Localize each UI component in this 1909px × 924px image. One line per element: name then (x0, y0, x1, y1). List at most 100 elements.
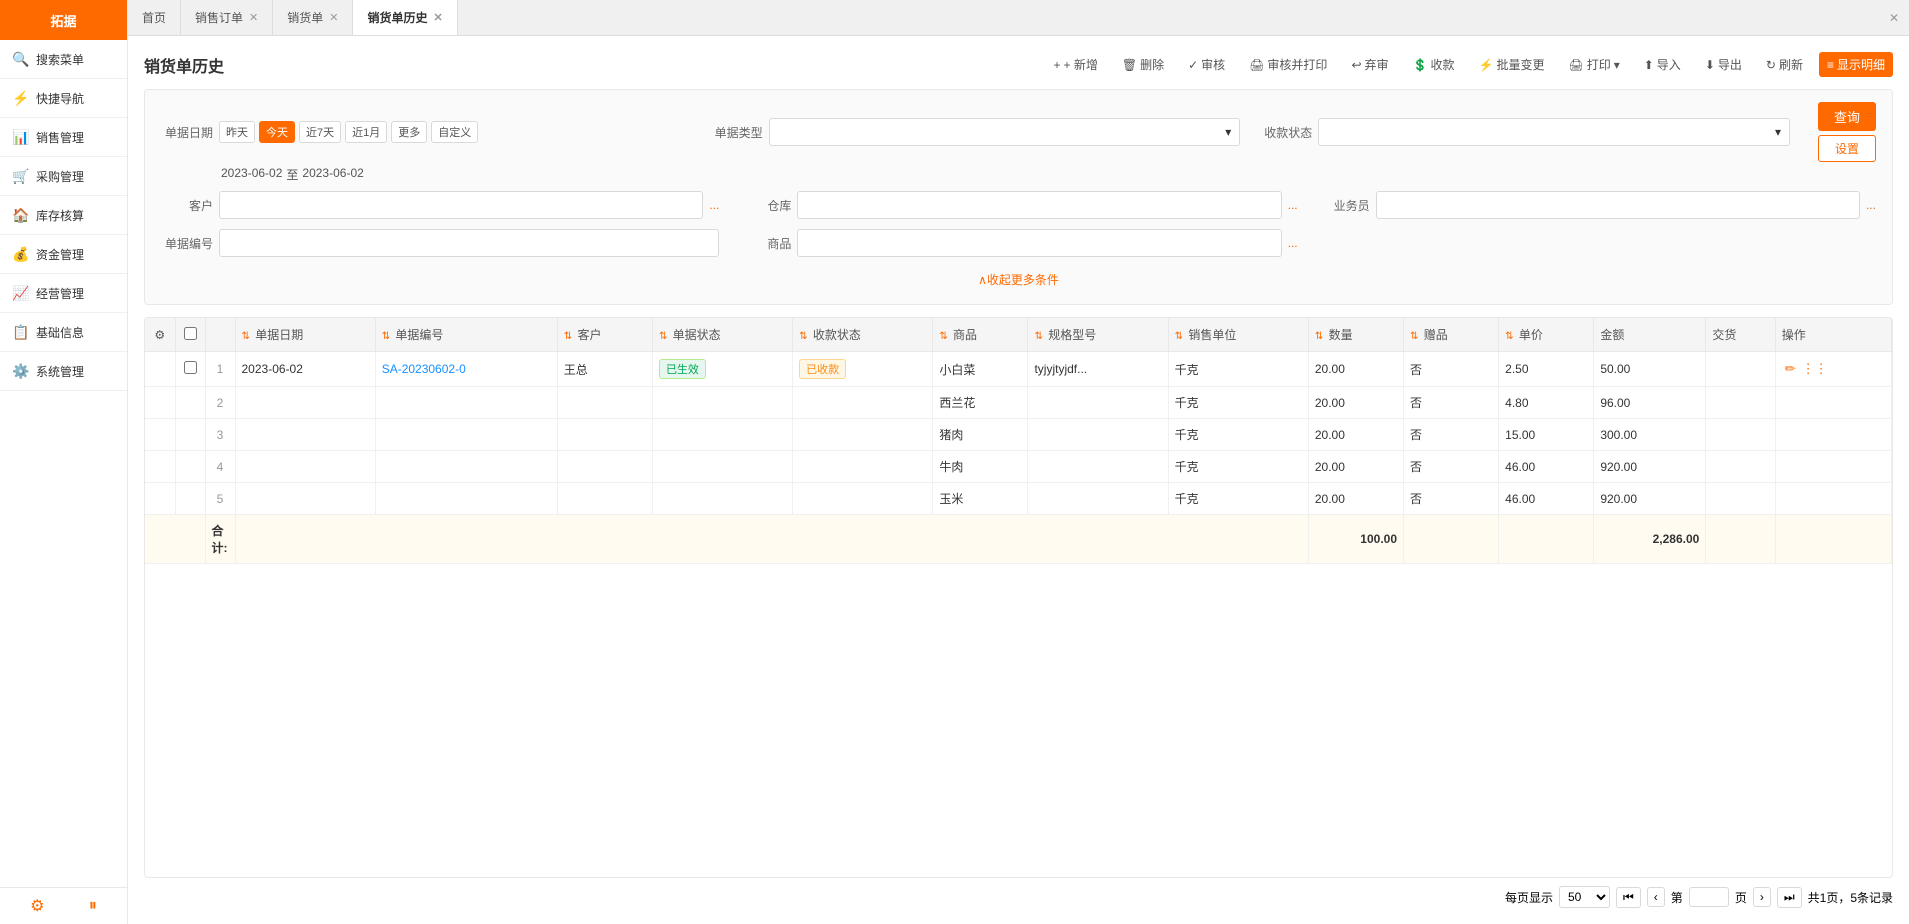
page-label: 页 (1735, 889, 1747, 906)
query-button[interactable]: 查询 (1818, 102, 1876, 131)
salesperson-ellipsis-btn[interactable]: ... (1866, 198, 1876, 212)
col-unit-price[interactable]: ⇅ 单价 (1499, 318, 1594, 352)
customer-ellipsis-btn[interactable]: ... (709, 198, 719, 212)
date-today-btn[interactable]: 今天 (259, 121, 295, 143)
row-unit-price: 46.00 (1499, 451, 1594, 483)
export-button[interactable]: ⬇ 导出 (1697, 52, 1750, 77)
refresh-icon: ↻ (1766, 58, 1776, 72)
sidebar-item-search-menu[interactable]: 🔍 搜索菜单 (0, 40, 127, 79)
sidebar-item-fund-mgmt[interactable]: 💰 资金管理 (0, 235, 127, 274)
sidebar-item-basic-info[interactable]: 📋 基础信息 (0, 313, 127, 352)
tab-sales-history[interactable]: 销货单历史 ✕ (353, 0, 457, 35)
col-sales-unit[interactable]: ⇅ 销售单位 (1168, 318, 1308, 352)
row-doc-no: SA-20230602-0 (375, 352, 557, 387)
col-goods[interactable]: ⇅ 商品 (933, 318, 1028, 352)
date-1month-btn[interactable]: 近1月 (345, 121, 387, 143)
date-yesterday-btn[interactable]: 昨天 (219, 121, 255, 143)
tab-home[interactable]: 首页 (128, 0, 181, 35)
tab-sales-order-label: 销售订单 (195, 9, 243, 26)
action-edit-btn[interactable]: ✏ (1782, 361, 1799, 377)
col-doc-status[interactable]: ⇅ 单据状态 (652, 318, 792, 352)
sidebar-item-ops-mgmt[interactable]: 📈 经营管理 (0, 274, 127, 313)
audit-button[interactable]: ✓ 审核 (1180, 52, 1233, 77)
abandon-button[interactable]: ↩ 弃审 (1343, 52, 1396, 77)
audit-print-icon: 🖨 (1249, 58, 1264, 72)
sidebar-item-quick-nav[interactable]: ⚡ 快捷导航 (0, 79, 127, 118)
doc-no-input[interactable] (219, 229, 719, 257)
last-page-btn[interactable]: ⏭ (1777, 887, 1802, 908)
warehouse-input[interactable] (797, 191, 1281, 219)
col-customer[interactable]: ⇅ 客户 (557, 318, 652, 352)
audit-print-button[interactable]: 🖨 审核并打印 (1241, 52, 1335, 77)
sidebar-item-purchase-mgmt[interactable]: 🛒 采购管理 (0, 157, 127, 196)
row-customer (557, 451, 652, 483)
collect-button[interactable]: 💲 收款 (1405, 52, 1463, 77)
col-quantity[interactable]: ⇅ 数量 (1308, 318, 1403, 352)
date-custom-btn[interactable]: 自定义 (431, 121, 478, 143)
sidebar-item-sales-mgmt[interactable]: 📊 销售管理 (0, 118, 127, 157)
summary-spacer4 (1706, 515, 1775, 564)
tab-sales-history-close[interactable]: ✕ (434, 11, 443, 24)
current-page-input[interactable]: 1 (1689, 887, 1729, 907)
tab-close-all[interactable]: ✕ (1879, 11, 1909, 25)
batch-change-button[interactable]: ⚡ 批量变更 (1470, 52, 1552, 77)
col-collection-status[interactable]: ⇅ 收款状态 (793, 318, 933, 352)
row-doc-no-link[interactable]: SA-20230602-0 (382, 362, 466, 376)
purchase-mgmt-icon: 🛒 (12, 167, 30, 185)
warehouse-ellipsis-btn[interactable]: ... (1288, 198, 1298, 212)
row-num: 4 (205, 451, 235, 483)
date-7days-btn[interactable]: 近7天 (299, 121, 341, 143)
show-detail-button[interactable]: ≡ 显示明细 (1819, 52, 1893, 77)
tab-sales-order-close[interactable]: ✕ (249, 11, 258, 24)
row-sales-unit: 千克 (1168, 387, 1308, 419)
salesperson-input[interactable] (1376, 191, 1860, 219)
col-doc-no[interactable]: ⇅ 单据编号 (375, 318, 557, 352)
quick-nav-icon: ⚡ (12, 89, 30, 107)
select-all-checkbox[interactable] (184, 327, 197, 340)
tab-sales-order[interactable]: 销售订单 ✕ (181, 0, 273, 35)
col-doc-date[interactable]: ⇅ 单据日期 (235, 318, 375, 352)
col-spec-type[interactable]: ⇅ 规格型号 (1028, 318, 1168, 352)
table-row: 3猪肉千克20.00否15.00300.00 (145, 419, 1892, 451)
fund-mgmt-icon: 💰 (12, 245, 30, 263)
collapse-more-btn[interactable]: ∧ 收起更多条件 (161, 267, 1876, 292)
per-page-select[interactable]: 50 100 200 (1559, 886, 1610, 908)
goods-input[interactable] (797, 229, 1281, 257)
tab-sales-goods-close[interactable]: ✕ (329, 11, 338, 24)
delete-button[interactable]: 🗑 删除 (1114, 52, 1172, 77)
print-button[interactable]: 🖨 打印 ▾ (1560, 52, 1627, 77)
collection-status-select[interactable]: ▾ (1318, 118, 1790, 146)
action-more-btn[interactable]: ⋮⋮ (1799, 361, 1831, 377)
tab-sales-goods[interactable]: 销货单 ✕ (273, 0, 353, 35)
import-button[interactable]: ⬆ 导入 (1636, 52, 1689, 77)
sort-icon: ⇅ (1315, 331, 1323, 342)
new-button[interactable]: + + 新增 (1046, 52, 1106, 77)
row-checkbox[interactable] (184, 361, 197, 374)
warehouse-label: 仓库 (739, 197, 791, 214)
col-settings[interactable]: ⚙ (145, 318, 175, 352)
prev-page-btn[interactable]: ‹ (1647, 887, 1665, 907)
doc-type-select[interactable]: ▾ (769, 118, 1241, 146)
row-quantity: 20.00 (1308, 419, 1403, 451)
col-gift[interactable]: ⇅ 赠品 (1404, 318, 1499, 352)
export-icon: ⬇ (1705, 58, 1715, 72)
refresh-button[interactable]: ↻ 刷新 (1758, 52, 1811, 77)
summary-spacer2 (1404, 515, 1499, 564)
sidebar-item-inventory-calc[interactable]: 🏠 库存核算 (0, 196, 127, 235)
table-header-row: ⚙ ⇅ 单据日期 ⇅ 单据编号 (145, 318, 1892, 352)
settings-bottom-icon[interactable]: ⚙ (30, 896, 44, 916)
date-more-btn[interactable]: 更多 (391, 121, 427, 143)
setting-button[interactable]: 设置 (1818, 135, 1876, 162)
pause-icon[interactable]: ⏸ (89, 897, 97, 915)
sort-icon: ⇅ (1505, 331, 1513, 342)
new-icon: + (1054, 58, 1061, 72)
goods-ellipsis-btn[interactable]: ... (1288, 236, 1298, 250)
row-doc-status (652, 419, 792, 451)
row-amount: 920.00 (1594, 483, 1706, 515)
doc-status-badge: 已生效 (659, 359, 706, 379)
sidebar-item-sys-mgmt[interactable]: ⚙️ 系统管理 (0, 352, 127, 391)
salesperson-label: 业务员 (1318, 197, 1370, 214)
customer-input[interactable] (219, 191, 703, 219)
first-page-btn[interactable]: ⏮ (1616, 887, 1641, 908)
next-page-btn[interactable]: › (1753, 887, 1771, 907)
